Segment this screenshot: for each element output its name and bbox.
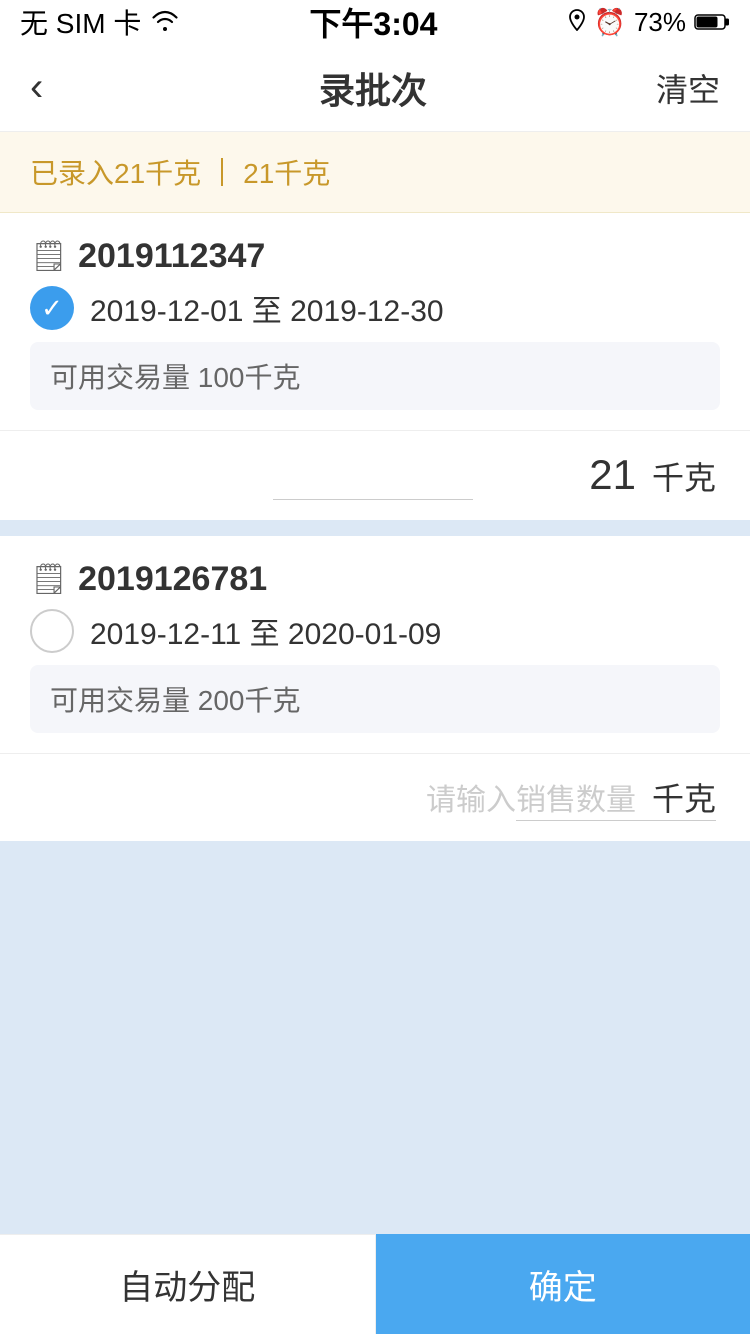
no-sim-label: 无 SIM 卡 [20, 2, 141, 42]
page-title: 录批次 [319, 62, 427, 114]
amount-underline [273, 499, 473, 500]
clear-button[interactable]: 清空 [656, 65, 720, 111]
recorded-label: 已录入21千克 [30, 152, 201, 192]
batch-2-header: 🗒 2019126781 [0, 536, 750, 599]
info-divider [221, 158, 223, 186]
quantity-input-placeholder[interactable]: 请输入销售数量 [426, 775, 636, 819]
battery-label: 73% [634, 7, 686, 38]
batch-2-select-checkbox[interactable] [30, 609, 74, 653]
batch-2-date-row[interactable]: 2019-12-11 至 2020-01-09 [0, 599, 750, 665]
doc-icon-1: 🗒 [30, 239, 68, 274]
checkmark-icon: ✓ [41, 293, 63, 324]
batch-1-date: 2019-12-01 至 2019-12-30 [90, 286, 444, 330]
status-left: 无 SIM 卡 [20, 2, 179, 42]
batch-1-amount-row: 21 千克 [0, 430, 750, 520]
status-bar: 无 SIM 卡 下午3:04 ⏰ 73% [0, 0, 750, 44]
batch-card-1: 🗒 2019112347 ✓ 2019-12-01 至 2019-12-30 可… [0, 213, 750, 520]
empty-area [0, 841, 750, 1281]
location-icon [568, 7, 586, 38]
total-label: 21千克 [243, 152, 330, 192]
batch-2-avail: 可用交易量 200千克 [30, 665, 720, 733]
auto-distribute-button[interactable]: 自动分配 [0, 1234, 376, 1334]
bottom-bar: 自动分配 确定 [0, 1234, 750, 1334]
batch-1-header: 🗒 2019112347 [0, 213, 750, 276]
back-button[interactable]: ‹ [30, 65, 90, 110]
batch-2-unit: 千克 [652, 774, 716, 820]
batch-1-id: 2019112347 [78, 237, 265, 276]
battery-icon [694, 7, 730, 38]
nav-bar: ‹ 录批次 清空 [0, 44, 750, 132]
batch-1-select-checkbox[interactable]: ✓ [30, 286, 74, 330]
info-banner: 已录入21千克 21千克 [0, 132, 750, 213]
section-divider [0, 520, 750, 536]
batch-2-date: 2019-12-11 至 2020-01-09 [90, 609, 441, 653]
batch-1-unit: 千克 [652, 453, 716, 499]
input-underline [516, 820, 716, 821]
wifi-icon [151, 6, 179, 38]
batch-2-id: 2019126781 [78, 560, 267, 599]
batch-2-input-row: 请输入销售数量 千克 [0, 753, 750, 841]
status-time: 下午3:04 [309, 0, 437, 45]
confirm-button[interactable]: 确定 [376, 1234, 750, 1334]
doc-icon-2: 🗒 [30, 562, 68, 597]
status-right: ⏰ 73% [568, 7, 730, 38]
batch-1-date-row[interactable]: ✓ 2019-12-01 至 2019-12-30 [0, 276, 750, 342]
batch-1-avail: 可用交易量 100千克 [30, 342, 720, 410]
batch-card-2: 🗒 2019126781 2019-12-11 至 2020-01-09 可用交… [0, 536, 750, 841]
alarm-icon: ⏰ [594, 7, 626, 38]
batch-1-amount: 21 [589, 451, 636, 499]
